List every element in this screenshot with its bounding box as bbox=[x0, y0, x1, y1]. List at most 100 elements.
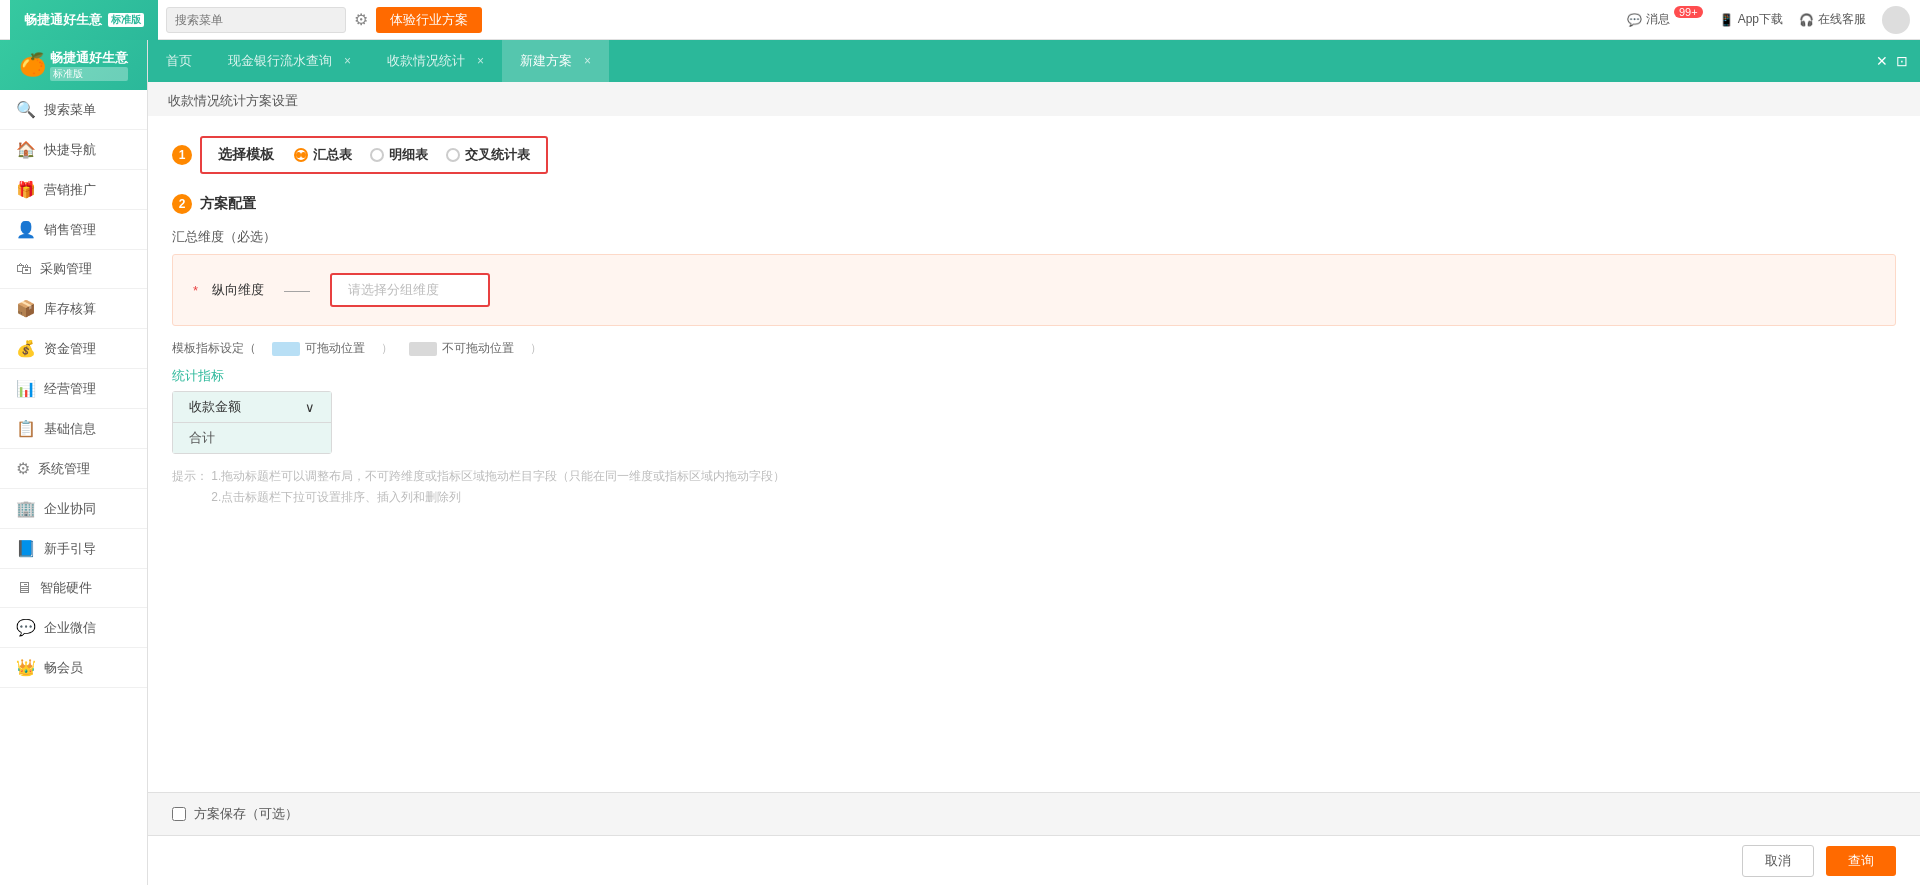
top-bar-left: 畅捷通好生意 标准版 ⚙ 体验行业方案 bbox=[10, 0, 482, 40]
step2-title: 2 方案配置 bbox=[172, 194, 1896, 214]
dimension-row: * 纵向维度 —— 请选择分组维度 bbox=[193, 273, 1875, 307]
query-button[interactable]: 查询 bbox=[1826, 846, 1896, 876]
search-input[interactable] bbox=[166, 7, 346, 33]
tab-new-plan-close[interactable]: × bbox=[584, 54, 591, 68]
service-icon: 🎧 bbox=[1799, 13, 1814, 27]
sidebar-item-baseinfo-label: 基础信息 bbox=[44, 420, 96, 438]
tip-1: 提示： 1.拖动标题栏可以调整布局，不可跨维度或指标区域拖动栏目字段（只能在同一… bbox=[172, 468, 1896, 485]
sidebar-app-badge: 标准版 bbox=[50, 67, 128, 81]
gear-icon: ⚙ bbox=[16, 459, 30, 478]
total-label: 合计 bbox=[189, 430, 215, 445]
sidebar-item-baseinfo[interactable]: 📋 基础信息 bbox=[0, 409, 147, 449]
messages-item[interactable]: 💬 消息 99+ bbox=[1627, 11, 1703, 28]
tab-stats[interactable]: 收款情况统计 × bbox=[369, 40, 502, 82]
form-container: 1 选择模板 汇总表 明细表 bbox=[148, 116, 1920, 792]
maximize-window-icon[interactable]: ⊡ bbox=[1896, 53, 1908, 69]
sidebar-item-system[interactable]: ⚙ 系统管理 bbox=[0, 449, 147, 489]
sidebar-item-operations[interactable]: 📊 经营管理 bbox=[0, 369, 147, 409]
tab-stats-label: 收款情况统计 bbox=[387, 52, 465, 70]
dimension-box: * 纵向维度 —— 请选择分组维度 bbox=[172, 254, 1896, 326]
tab-new-plan[interactable]: 新建方案 × bbox=[502, 40, 609, 82]
industry-btn[interactable]: 体验行业方案 bbox=[376, 7, 482, 33]
radio-detail[interactable]: 明细表 bbox=[370, 146, 428, 164]
dimension-section-label: 汇总维度（必选） bbox=[172, 228, 1896, 246]
bag-icon: 🛍 bbox=[16, 260, 32, 278]
column-dropdown-icon[interactable]: ∨ bbox=[305, 400, 315, 415]
radio-summary-dot bbox=[294, 148, 308, 162]
user-avatar[interactable] bbox=[1882, 6, 1910, 34]
sidebar-item-marketing-label: 营销推广 bbox=[44, 181, 96, 199]
sidebar-item-inventory[interactable]: 📦 库存核算 bbox=[0, 289, 147, 329]
messages-label: 消息 bbox=[1646, 11, 1670, 28]
person-icon: 👤 bbox=[16, 220, 36, 239]
tab-cash-query[interactable]: 现金银行流水查询 × bbox=[210, 40, 369, 82]
radio-summary-label: 汇总表 bbox=[313, 146, 352, 164]
sidebar-app-name: 畅捷通好生意 bbox=[50, 49, 128, 67]
step1-number: 1 bbox=[172, 145, 192, 165]
sidebar-item-quicknav[interactable]: 🏠 快捷导航 bbox=[0, 130, 147, 170]
book-icon: 📘 bbox=[16, 539, 36, 558]
settings-icon[interactable]: ⚙ bbox=[354, 10, 368, 29]
sidebar-item-search[interactable]: 🔍 搜索菜单 bbox=[0, 90, 147, 130]
sidebar-item-search-label: 搜索菜单 bbox=[44, 101, 96, 119]
step2-section: 2 方案配置 汇总维度（必选） * 纵向维度 —— 请选择分组维度 bbox=[172, 194, 1896, 506]
cancel-button[interactable]: 取消 bbox=[1742, 845, 1814, 877]
sidebar-item-hardware-label: 智能硬件 bbox=[40, 579, 92, 597]
step1-section: 1 选择模板 汇总表 明细表 bbox=[172, 136, 1896, 174]
tab-cash-query-close[interactable]: × bbox=[344, 54, 351, 68]
download-item[interactable]: 📱 App下载 bbox=[1719, 11, 1783, 28]
legend-fixed-label: 不可拖动位置 bbox=[442, 340, 514, 357]
sidebar-item-member[interactable]: 👑 畅会员 bbox=[0, 648, 147, 688]
sidebar-item-sales-label: 销售管理 bbox=[44, 221, 96, 239]
download-label: App下载 bbox=[1738, 11, 1783, 28]
monitor-icon: 🖥 bbox=[16, 579, 32, 597]
indicator-total-cell: 合计 bbox=[173, 423, 331, 453]
radio-crosstab[interactable]: 交叉统计表 bbox=[446, 146, 530, 164]
radio-crosstab-label: 交叉统计表 bbox=[465, 146, 530, 164]
wechat-icon: 💬 bbox=[16, 618, 36, 637]
dimension-placeholder: 请选择分组维度 bbox=[348, 282, 439, 297]
sidebar-item-enterprise[interactable]: 🏢 企业协同 bbox=[0, 489, 147, 529]
tab-new-plan-label: 新建方案 bbox=[520, 52, 572, 70]
crown-icon: 👑 bbox=[16, 658, 36, 677]
main-layout: 🍊 畅捷通好生意 标准版 🔍 搜索菜单 🏠 快捷导航 🎁 营销推广 👤 销售管理… bbox=[0, 40, 1920, 885]
legend-separator: ） bbox=[381, 340, 393, 357]
indicator-header[interactable]: 收款金额 ∨ bbox=[173, 392, 331, 423]
sidebar-item-inventory-label: 库存核算 bbox=[44, 300, 96, 318]
sidebar-item-finance[interactable]: 💰 资金管理 bbox=[0, 329, 147, 369]
step1-label: 选择模板 bbox=[218, 146, 274, 164]
sidebar-item-wechat[interactable]: 💬 企业微信 bbox=[0, 608, 147, 648]
save-checkbox[interactable] bbox=[172, 807, 186, 821]
tip-2: 提示： 2.点击标题栏下拉可设置排序、插入列和删除列 bbox=[172, 489, 1896, 506]
sidebar-item-purchase-label: 采购管理 bbox=[40, 260, 92, 278]
step1-title: 1 选择模板 汇总表 明细表 bbox=[172, 136, 1896, 174]
indicator-settings-label: 模板指标设定（ bbox=[172, 340, 256, 357]
sidebar-item-guide[interactable]: 📘 新手引导 bbox=[0, 529, 147, 569]
template-options-box: 选择模板 汇总表 明细表 bbox=[200, 136, 548, 174]
save-section: 方案保存（可选） bbox=[148, 792, 1920, 835]
tab-home-label: 首页 bbox=[166, 52, 192, 70]
sidebar-item-sales[interactable]: 👤 销售管理 bbox=[0, 210, 147, 250]
draggable-indicator bbox=[272, 342, 300, 356]
sidebar: 🍊 畅捷通好生意 标准版 🔍 搜索菜单 🏠 快捷导航 🎁 营销推广 👤 销售管理… bbox=[0, 40, 148, 885]
download-icon: 📱 bbox=[1719, 13, 1734, 27]
radio-detail-label: 明细表 bbox=[389, 146, 428, 164]
sidebar-item-enterprise-label: 企业协同 bbox=[44, 500, 96, 518]
tab-stats-close[interactable]: × bbox=[477, 54, 484, 68]
service-item[interactable]: 🎧 在线客服 bbox=[1799, 11, 1866, 28]
sidebar-item-hardware[interactable]: 🖥 智能硬件 bbox=[0, 569, 147, 608]
fixed-indicator bbox=[409, 342, 437, 356]
dimension-select[interactable]: 请选择分组维度 bbox=[330, 273, 490, 307]
content-area: 收款情况统计方案设置 1 选择模板 汇总表 bbox=[148, 82, 1920, 885]
radio-summary[interactable]: 汇总表 bbox=[294, 146, 352, 164]
sidebar-logo-full: 🍊 畅捷通好生意 标准版 bbox=[0, 40, 147, 90]
tips-section: 提示： 1.拖动标题栏可以调整布局，不可跨维度或指标区域拖动栏目字段（只能在同一… bbox=[172, 468, 1896, 506]
legend-close: ） bbox=[530, 340, 542, 357]
tab-home[interactable]: 首页 bbox=[148, 40, 210, 82]
tab-cash-query-label: 现金银行流水查询 bbox=[228, 52, 332, 70]
breadcrumb: 收款情况统计方案设置 bbox=[168, 93, 298, 108]
sidebar-item-marketing[interactable]: 🎁 营销推广 bbox=[0, 170, 147, 210]
close-window-icon[interactable]: ✕ bbox=[1876, 53, 1888, 69]
tip-2-text: 2.点击标题栏下拉可设置排序、插入列和删除列 bbox=[211, 490, 461, 504]
sidebar-item-purchase[interactable]: 🛍 采购管理 bbox=[0, 250, 147, 289]
